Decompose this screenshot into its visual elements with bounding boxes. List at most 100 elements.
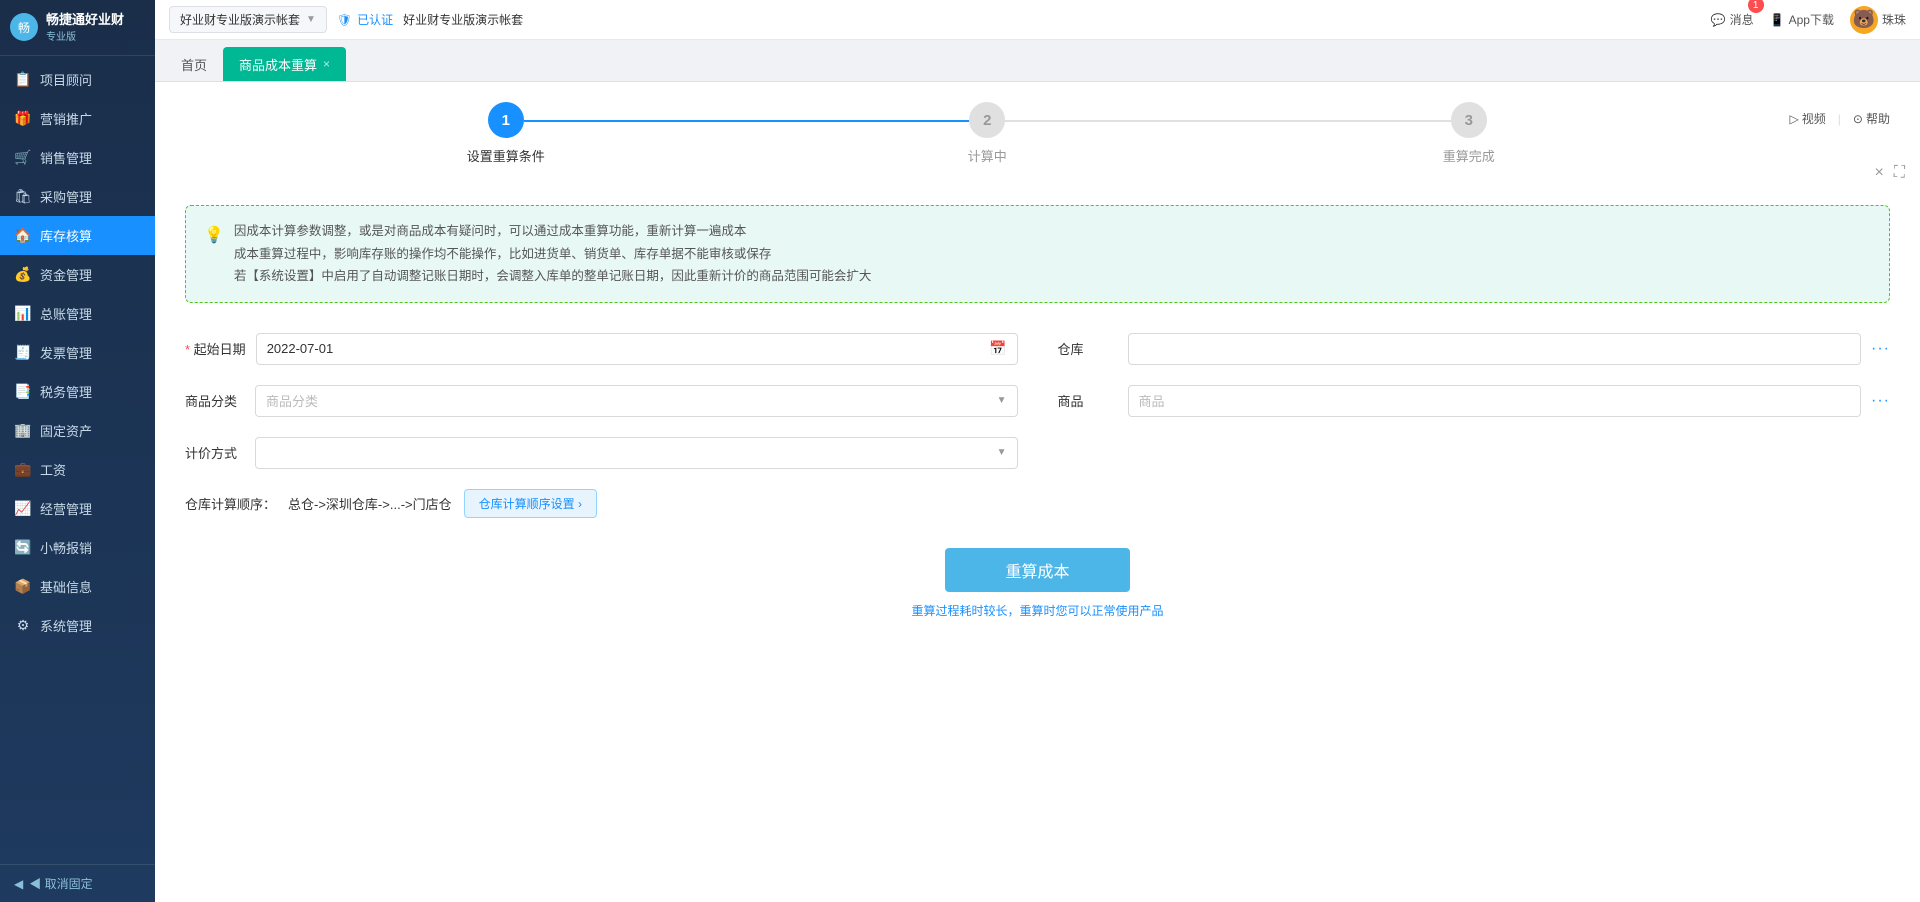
sidebar-item-project[interactable]: 📋 项目顾问: [0, 60, 155, 99]
sidebar-item-assets[interactable]: 🏢 固定资产: [0, 411, 155, 450]
step-2-circle: 2: [969, 102, 1005, 138]
tab-active-label: 商品成本重算: [239, 55, 317, 74]
sidebar-item-marketing[interactable]: 🎁 营销推广: [0, 99, 155, 138]
recalc-button[interactable]: 重算成本: [945, 548, 1129, 592]
form-row-start-date: 起始日期 2022-07-01 📅: [185, 333, 1018, 365]
shield-icon: 🛡: [337, 13, 352, 27]
warehouse-label: 仓库: [1058, 339, 1118, 358]
user-menu[interactable]: 🐻 珠珠: [1850, 6, 1906, 34]
app-logo: 畅 畅捷通好业财 专业版: [0, 0, 155, 56]
assets-icon: 🏢: [14, 421, 32, 439]
sidebar-label-finance: 资金管理: [40, 265, 92, 284]
project-icon: 📋: [14, 70, 32, 88]
start-date-input[interactable]: 2022-07-01 📅: [256, 333, 1018, 365]
sidebar-item-accounting[interactable]: 📊 总账管理: [0, 294, 155, 333]
sidebar-label-tax: 税务管理: [40, 382, 92, 401]
purchase-icon: 🛍: [14, 187, 32, 205]
recalc-note: 重算过程耗时较长，重算时您可以正常使用产品: [911, 602, 1163, 619]
category-select[interactable]: 商品分类 ▼: [255, 385, 1018, 417]
steps-container: 1 设置重算条件 2 计算中 3: [185, 102, 1790, 165]
goods-input[interactable]: 商品: [1128, 385, 1862, 417]
price-method-select[interactable]: ▼: [255, 437, 1018, 469]
sidebar-item-expense[interactable]: 🔄 小畅报销: [0, 528, 155, 567]
sidebar-label-basic: 基础信息: [40, 577, 92, 596]
info-line-1: 因成本计算参数调整，或是对商品成本有疑问时，可以通过成本重算功能，重新计算一遍成…: [234, 220, 872, 243]
sidebar-label-system: 系统管理: [40, 616, 92, 635]
sales-icon: 🛒: [14, 148, 32, 166]
sidebar-label-sales: 销售管理: [40, 148, 92, 167]
warehouse-input[interactable]: [1128, 333, 1862, 365]
sidebar-label-accounting: 总账管理: [40, 304, 92, 323]
info-box: 💡 因成本计算参数调整，或是对商品成本有疑问时，可以通过成本重算功能，重新计算一…: [185, 205, 1890, 303]
sidebar-item-system[interactable]: ⚙ 系统管理: [0, 606, 155, 645]
app-download-action[interactable]: 📱 App下载: [1770, 11, 1834, 28]
start-date-value: 2022-07-01: [267, 341, 989, 356]
video-link[interactable]: ▷ 视频: [1790, 110, 1826, 127]
tab-close-icon[interactable]: ×: [323, 57, 330, 71]
form-row-goods: 商品 商品 ···: [1058, 385, 1891, 417]
info-line-3: 若【系统设置】中启用了自动调整记账日期时，会调整入库单的整单记账日期，因此重新计…: [234, 265, 872, 288]
form-row-category: 商品分类 商品分类 ▼: [185, 385, 1018, 417]
help-sep: |: [1838, 112, 1841, 126]
message-label: 消息: [1730, 11, 1754, 28]
question-icon: ⊙: [1853, 112, 1863, 126]
warehouse-settings-label: 仓库计算顺序设置 ›: [479, 495, 582, 512]
sidebar-item-inventory[interactable]: 🏠 库存核算: [0, 216, 155, 255]
step-2: 2 计算中: [747, 102, 1229, 165]
sidebar-label-project: 项目顾问: [40, 70, 92, 89]
sidebar-item-basic[interactable]: 📦 基础信息: [0, 567, 155, 606]
tab-cost-recalc[interactable]: 商品成本重算 ×: [223, 47, 346, 81]
form-row-price-method: 计价方式 ▼: [185, 437, 1018, 469]
tab-home[interactable]: 首页: [165, 47, 223, 81]
salary-icon: 💼: [14, 460, 32, 478]
step-1-circle: 1: [488, 102, 524, 138]
sidebar-pin-toggle[interactable]: ◀ ◀ 取消固定: [0, 864, 155, 902]
goods-select-dots[interactable]: ···: [1871, 392, 1890, 410]
recalc-section: 重算成本 重算过程耗时较长，重算时您可以正常使用产品: [185, 548, 1890, 619]
company-selector[interactable]: 好业财专业版演示帐套 ▼: [169, 6, 327, 33]
sidebar-item-tax[interactable]: 📑 税务管理: [0, 372, 155, 411]
form-grid: 起始日期 2022-07-01 📅 仓库 ··· 商品分类: [185, 333, 1890, 469]
sidebar-label-salary: 工资: [40, 460, 66, 479]
sidebar-item-operation[interactable]: 📈 经营管理: [0, 489, 155, 528]
sidebar-label-purchase: 采购管理: [40, 187, 92, 206]
close-button[interactable]: ×: [1874, 164, 1883, 182]
app-download-label: App下载: [1789, 11, 1834, 28]
step-1-label: 设置重算条件: [467, 146, 545, 165]
sidebar-item-invoice[interactable]: 🧾 发票管理: [0, 333, 155, 372]
finance-icon: 💰: [14, 265, 32, 283]
warehouse-order-settings-btn[interactable]: 仓库计算顺序设置 ›: [464, 489, 597, 518]
expand-button[interactable]: ⛶: [1894, 164, 1905, 182]
sidebar-item-finance[interactable]: 💰 资金管理: [0, 255, 155, 294]
marketing-icon: 🎁: [14, 109, 32, 127]
sidebar-footer-label: ◀ 取消固定: [29, 875, 92, 892]
play-icon: ▷: [1790, 112, 1799, 126]
help-link[interactable]: ⊙ 帮助: [1853, 110, 1890, 127]
sidebar-label-marketing: 营销推广: [40, 109, 92, 128]
topbar-right: 💬 消息 1 📱 App下载 🐻 珠珠: [1711, 6, 1906, 34]
warehouse-order-value: 总仓->深圳仓库->...->门店仓: [288, 494, 452, 513]
phone-icon: 📱: [1770, 13, 1785, 27]
help-label: 帮助: [1866, 110, 1890, 127]
form-row-warehouse: 仓库 ···: [1058, 333, 1891, 365]
message-action[interactable]: 💬 消息 1: [1711, 11, 1754, 28]
expense-icon: 🔄: [14, 538, 32, 556]
steps-help-row: 1 设置重算条件 2 计算中 3: [185, 102, 1890, 195]
sidebar-item-sales[interactable]: 🛒 销售管理: [0, 138, 155, 177]
warehouse-select-dots[interactable]: ···: [1871, 340, 1890, 358]
goods-label: 商品: [1058, 391, 1118, 410]
message-icon: 💬: [1711, 13, 1726, 27]
category-label: 商品分类: [185, 391, 245, 410]
sidebar-label-operation: 经营管理: [40, 499, 92, 518]
warehouse-order-row: 仓库计算顺序： 总仓->深圳仓库->...->门店仓 仓库计算顺序设置 ›: [185, 489, 1890, 518]
calendar-icon[interactable]: 📅: [989, 340, 1006, 357]
tax-icon: 📑: [14, 382, 32, 400]
goods-placeholder: 商品: [1139, 391, 1851, 410]
avatar: 🐻: [1850, 6, 1878, 34]
invoice-icon: 🧾: [14, 343, 32, 361]
sidebar-item-salary[interactable]: 💼 工资: [0, 450, 155, 489]
step-3-label: 重算完成: [1443, 146, 1495, 165]
accounting-icon: 📊: [14, 304, 32, 322]
sidebar: 畅 畅捷通好业财 专业版 📋 项目顾问 🎁 营销推广 🛒 销售管理 🛍 采购管理…: [0, 0, 155, 902]
sidebar-item-purchase[interactable]: 🛍 采购管理: [0, 177, 155, 216]
